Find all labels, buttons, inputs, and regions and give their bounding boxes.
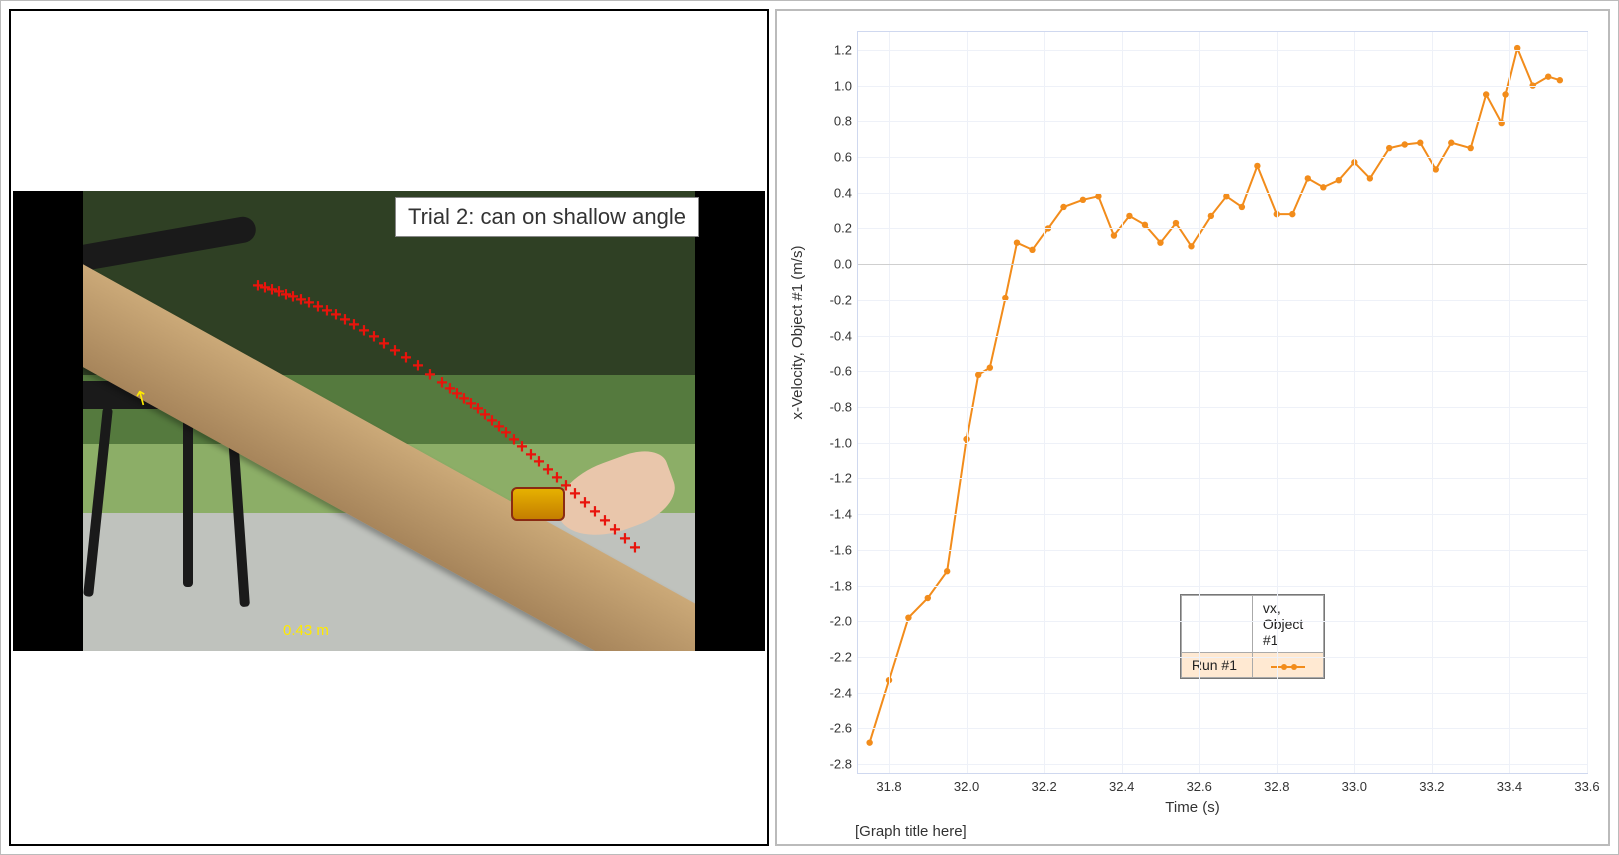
x-tick: 31.8	[876, 773, 901, 794]
y-tick: -1.2	[830, 471, 858, 486]
y-tick: 0.8	[834, 114, 858, 129]
y-tick: -2.4	[830, 685, 858, 700]
chart-panel[interactable]: x-Velocity, Object #1 (m/s) vx, Object #…	[775, 9, 1610, 846]
x-tick: 33.2	[1419, 773, 1444, 794]
x-tick: 32.2	[1031, 773, 1056, 794]
y-tick: -1.4	[830, 507, 858, 522]
x-tick: 32.4	[1109, 773, 1134, 794]
scale-readout: 0.43 m	[283, 622, 329, 639]
video-viewport[interactable]: ++++++++++++++++++++++++++++++++++++++++…	[13, 191, 765, 651]
y-tick: -0.8	[830, 399, 858, 414]
x-axis-label: Time (s)	[1165, 799, 1219, 816]
y-tick: -2.2	[830, 649, 858, 664]
y-tick: 0.0	[834, 257, 858, 272]
y-tick: -0.4	[830, 328, 858, 343]
video-scene: ++++++++++++++++++++++++++++++++++++++++…	[83, 191, 695, 651]
y-tick: 0.2	[834, 221, 858, 236]
x-tick: 32.6	[1187, 773, 1212, 794]
plot-area[interactable]: vx, Object #1 Run #1 31.832.032.232.432.…	[857, 31, 1588, 774]
y-tick: -0.6	[830, 364, 858, 379]
y-tick: -2.8	[830, 757, 858, 772]
x-tick: 33.4	[1497, 773, 1522, 794]
rolling-can	[511, 487, 565, 521]
legend-header-swatch	[1181, 596, 1252, 653]
trial-caption: Trial 2: can on shallow angle	[395, 197, 699, 237]
app-frame: ++++++++++++++++++++++++++++++++++++++++…	[0, 0, 1619, 855]
x-tick: 33.0	[1342, 773, 1367, 794]
y-tick: 0.6	[834, 149, 858, 164]
y-axis-label: x-Velocity, Object #1 (m/s)	[789, 245, 806, 419]
x-tick: 32.8	[1264, 773, 1289, 794]
y-tick: -2.0	[830, 614, 858, 629]
y-tick: -1.0	[830, 435, 858, 450]
chart-legend[interactable]: vx, Object #1 Run #1	[1180, 594, 1325, 679]
y-tick: -1.6	[830, 542, 858, 557]
y-tick: 0.4	[834, 185, 858, 200]
legend-header-label: vx, Object #1	[1252, 596, 1323, 653]
video-panel[interactable]: ++++++++++++++++++++++++++++++++++++++++…	[9, 9, 769, 846]
chart-caption-placeholder[interactable]: [Graph title here]	[855, 823, 967, 840]
x-tick: 33.6	[1574, 773, 1599, 794]
track-point: +	[627, 540, 643, 556]
y-tick: -0.2	[830, 292, 858, 307]
y-tick: -1.8	[830, 578, 858, 593]
y-tick: -2.6	[830, 721, 858, 736]
y-tick: 1.2	[834, 42, 858, 57]
y-tick: 1.0	[834, 78, 858, 93]
x-tick: 32.0	[954, 773, 979, 794]
